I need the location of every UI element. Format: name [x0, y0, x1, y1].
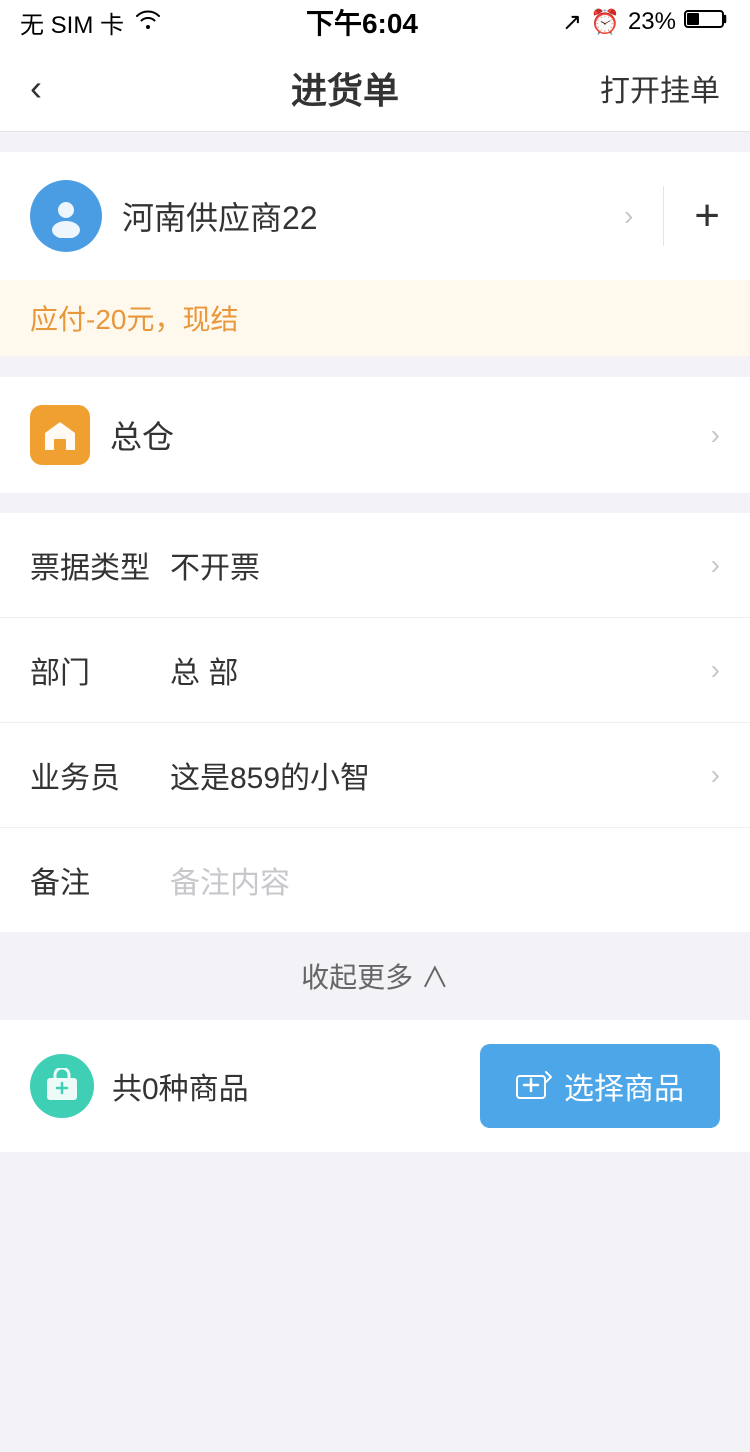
alarm-icon: ⏰	[590, 8, 620, 37]
back-button[interactable]: ‹	[30, 67, 90, 109]
status-time: 下午6:04	[306, 2, 418, 42]
notice-banner: 应付-20元，现结	[0, 280, 750, 356]
nav-bar: ‹ 进货单 打开挂单	[0, 44, 750, 132]
warehouse-row[interactable]: 总仓 ›	[0, 376, 750, 493]
product-icon	[30, 1054, 94, 1118]
dept-value: 总 部	[170, 648, 711, 692]
invoice-label: 票据类型	[30, 543, 160, 587]
product-info: 共0种商品	[30, 1054, 249, 1118]
warehouse-section: 总仓 ›	[0, 376, 750, 493]
status-right: ↗ ⏰ 23%	[562, 8, 730, 37]
invoice-chevron-icon: ›	[711, 549, 720, 581]
divider	[663, 186, 664, 246]
dept-chevron-icon: ›	[711, 654, 720, 686]
remark-row[interactable]: 备注 备注内容	[0, 828, 750, 932]
invoice-row[interactable]: 票据类型 不开票 ›	[0, 513, 750, 618]
location-icon: ↗	[562, 8, 582, 37]
sales-value: 这是859的小智	[170, 753, 711, 797]
select-product-button[interactable]: 选择商品	[480, 1044, 720, 1128]
sales-label: 业务员	[30, 753, 160, 797]
supplier-section: 河南供应商22 › + 应付-20元，现结	[0, 152, 750, 356]
product-count: 共0种商品	[112, 1064, 249, 1108]
warehouse-icon	[30, 405, 90, 465]
sales-row[interactable]: 业务员 这是859的小智 ›	[0, 723, 750, 828]
warehouse-name: 总仓	[110, 412, 711, 458]
sim-label: 无 SIM 卡	[20, 5, 124, 40]
collapse-row[interactable]: 收起更多 ∧	[0, 932, 750, 1020]
battery-label: 23%	[628, 8, 676, 36]
supplier-avatar	[30, 180, 102, 252]
supplier-row[interactable]: 河南供应商22 › +	[0, 152, 750, 280]
wifi-icon	[134, 8, 162, 36]
supplier-name: 河南供应商22	[122, 193, 624, 239]
supplier-chevron-icon: ›	[624, 200, 633, 232]
select-product-label: 选择商品	[564, 1064, 684, 1108]
open-pending-button[interactable]: 打开挂单	[600, 66, 720, 110]
sales-chevron-icon: ›	[711, 759, 720, 791]
dept-row[interactable]: 部门 总 部 ›	[0, 618, 750, 723]
page-title: 进货单	[291, 62, 399, 114]
content: 河南供应商22 › + 应付-20元，现结 总仓 › 票据类型 不开票	[0, 152, 750, 1452]
remark-input[interactable]: 备注内容	[170, 858, 720, 902]
status-bar: 无 SIM 卡 下午6:04 ↗ ⏰ 23%	[0, 0, 750, 44]
add-button[interactable]: +	[694, 194, 720, 238]
battery-icon	[684, 8, 730, 37]
form-section: 票据类型 不开票 › 部门 总 部 › 业务员 这是859的小智 › 备注 备注…	[0, 513, 750, 932]
supplier-right-group: › +	[624, 186, 720, 246]
warehouse-chevron-icon: ›	[711, 419, 720, 451]
bottom-bar: 共0种商品 选择商品	[0, 1020, 750, 1152]
remark-label: 备注	[30, 858, 160, 902]
status-left: 无 SIM 卡	[20, 5, 162, 40]
invoice-value: 不开票	[170, 543, 711, 587]
dept-label: 部门	[30, 648, 160, 692]
gray-bottom	[0, 1152, 750, 1452]
